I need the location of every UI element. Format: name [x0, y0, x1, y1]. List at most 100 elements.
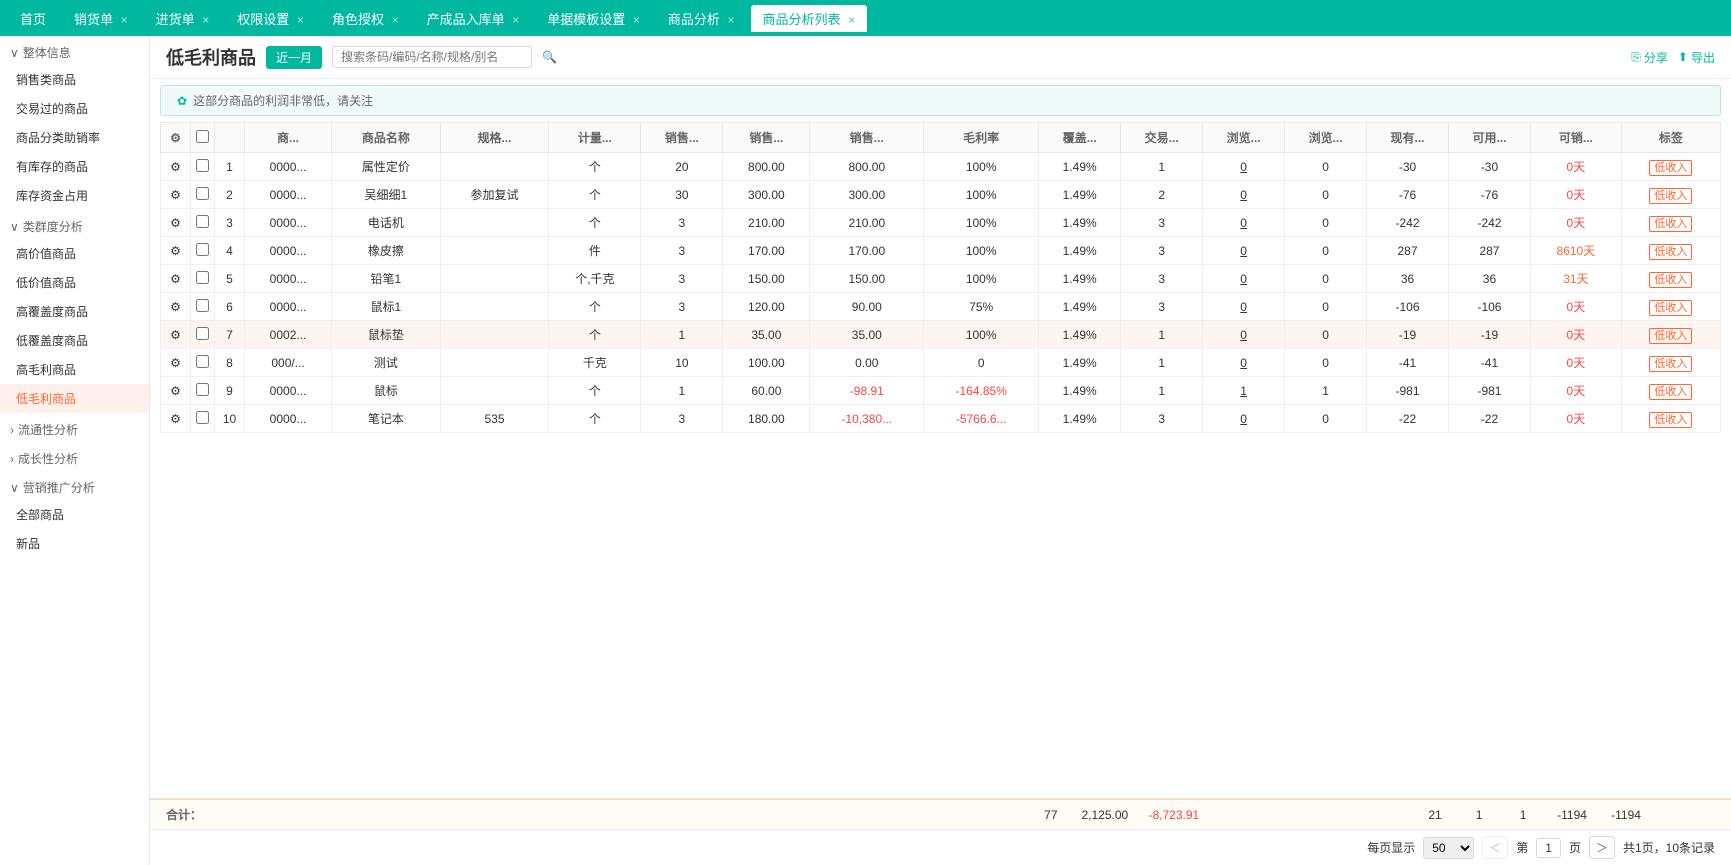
prev-page-button[interactable]: ＜ — [1482, 836, 1508, 859]
row-view1[interactable]: 0 — [1203, 293, 1285, 321]
row-settings[interactable]: ⚙ — [161, 293, 191, 321]
sidebar-group-marketing[interactable]: ∨ 营销推广分析 — [0, 471, 149, 500]
sidebar-item-high-margin[interactable]: 高毛利商品 — [0, 355, 149, 384]
col-spec[interactable]: 规格... — [440, 123, 549, 153]
col-settings[interactable]: ⚙ — [161, 123, 191, 153]
sidebar-item-new-products[interactable]: 新品 — [0, 529, 149, 558]
sidebar-item-sales-products[interactable]: 销售类商品 — [0, 65, 149, 94]
col-saleable[interactable]: 可销... — [1530, 123, 1621, 153]
sidebar-item-low-margin[interactable]: 低毛利商品 — [0, 384, 149, 413]
search-icon[interactable]: 🔍 — [542, 50, 557, 64]
close-icon[interactable]: × — [512, 13, 519, 27]
row-checkbox[interactable] — [191, 181, 215, 209]
col-view1[interactable]: 浏览... — [1203, 123, 1285, 153]
col-sales2[interactable]: 销售... — [723, 123, 810, 153]
row-view1[interactable]: 1 — [1203, 377, 1285, 405]
nav-sales[interactable]: 销货单 × — [62, 5, 140, 32]
row-view1[interactable]: 0 — [1203, 265, 1285, 293]
search-input[interactable] — [332, 46, 532, 68]
row-settings[interactable]: ⚙ — [161, 209, 191, 237]
row-select-checkbox[interactable] — [196, 187, 209, 200]
col-coverage[interactable]: 覆盖... — [1039, 123, 1121, 153]
col-unit[interactable]: 计量... — [549, 123, 641, 153]
nav-analysis-list[interactable]: 商品分析列表 × — [751, 5, 868, 32]
row-settings[interactable]: ⚙ — [161, 153, 191, 181]
row-view1[interactable]: 0 — [1203, 209, 1285, 237]
row-view1[interactable]: 0 — [1203, 321, 1285, 349]
row-checkbox[interactable] — [191, 377, 215, 405]
row-checkbox[interactable] — [191, 209, 215, 237]
close-icon[interactable]: × — [848, 13, 855, 27]
col-sales1[interactable]: 销售... — [641, 123, 723, 153]
row-checkbox[interactable] — [191, 321, 215, 349]
close-icon[interactable]: × — [202, 13, 209, 27]
share-button[interactable]: ⎘ 分享 — [1631, 49, 1668, 66]
col-view2[interactable]: 浏览... — [1285, 123, 1367, 153]
row-settings[interactable]: ⚙ — [161, 237, 191, 265]
next-page-button[interactable]: ＞ — [1589, 836, 1615, 859]
row-view1[interactable]: 0 — [1203, 349, 1285, 377]
period-button[interactable]: 近一月 — [266, 46, 322, 69]
export-button[interactable]: ⬆ 导出 — [1678, 49, 1715, 66]
sidebar-item-high-value[interactable]: 高价值商品 — [0, 239, 149, 268]
nav-product-analysis[interactable]: 商品分析 × — [656, 5, 747, 32]
row-select-checkbox[interactable] — [196, 327, 209, 340]
page-size-select[interactable]: 50 20 100 — [1423, 837, 1474, 859]
row-checkbox[interactable] — [191, 293, 215, 321]
row-checkbox[interactable] — [191, 237, 215, 265]
sidebar-group-circulation[interactable]: › 流通性分析 — [0, 413, 149, 442]
row-select-checkbox[interactable] — [196, 215, 209, 228]
row-settings[interactable]: ⚙ — [161, 405, 191, 433]
row-view1[interactable]: 0 — [1203, 181, 1285, 209]
row-checkbox[interactable] — [191, 349, 215, 377]
row-select-checkbox[interactable] — [196, 299, 209, 312]
row-select-checkbox[interactable] — [196, 355, 209, 368]
row-select-checkbox[interactable] — [196, 383, 209, 396]
nav-purchase[interactable]: 进货单 × — [144, 5, 222, 32]
col-name[interactable]: 商品名称 — [332, 123, 441, 153]
row-checkbox[interactable] — [191, 405, 215, 433]
nav-role[interactable]: 角色授权 × — [320, 5, 411, 32]
sidebar-item-in-stock[interactable]: 有库存的商品 — [0, 152, 149, 181]
sidebar-item-category-rate[interactable]: 商品分类助销率 — [0, 123, 149, 152]
close-icon[interactable]: × — [121, 13, 128, 27]
row-select-checkbox[interactable] — [196, 411, 209, 424]
row-select-checkbox[interactable] — [196, 271, 209, 284]
row-settings[interactable]: ⚙ — [161, 181, 191, 209]
sidebar-group-growth[interactable]: › 成长性分析 — [0, 442, 149, 471]
close-icon[interactable]: × — [633, 13, 640, 27]
col-available[interactable]: 可用... — [1449, 123, 1531, 153]
close-icon[interactable]: × — [392, 13, 399, 27]
close-icon[interactable]: × — [297, 13, 304, 27]
row-checkbox[interactable] — [191, 265, 215, 293]
sidebar-item-traded[interactable]: 交易过的商品 — [0, 94, 149, 123]
sidebar-item-low-coverage[interactable]: 低覆盖度商品 — [0, 326, 149, 355]
sidebar-item-capital[interactable]: 库存资金占用 — [0, 181, 149, 210]
row-view1[interactable]: 0 — [1203, 237, 1285, 265]
row-settings[interactable]: ⚙ — [161, 377, 191, 405]
sidebar-item-low-value[interactable]: 低价值商品 — [0, 268, 149, 297]
row-select-checkbox[interactable] — [196, 159, 209, 172]
row-checkbox[interactable] — [191, 153, 215, 181]
row-view1[interactable]: 0 — [1203, 153, 1285, 181]
nav-template[interactable]: 单据模板设置 × — [535, 5, 652, 32]
col-sales3[interactable]: 销售... — [810, 123, 924, 153]
col-current[interactable]: 现有... — [1367, 123, 1449, 153]
nav-home[interactable]: 首页 — [8, 5, 58, 32]
close-icon[interactable]: × — [727, 13, 734, 27]
row-select-checkbox[interactable] — [196, 243, 209, 256]
row-settings[interactable]: ⚙ — [161, 321, 191, 349]
sidebar-item-all-products[interactable]: 全部商品 — [0, 500, 149, 529]
nav-product-in[interactable]: 产成品入库单 × — [415, 5, 532, 32]
col-margin[interactable]: 毛利率 — [924, 123, 1039, 153]
col-trade[interactable]: 交易... — [1121, 123, 1203, 153]
col-tag[interactable]: 标签 — [1621, 123, 1720, 153]
col-code[interactable]: 商... — [245, 123, 332, 153]
sidebar-group-cluster[interactable]: ∨ 类群度分析 — [0, 210, 149, 239]
row-view1[interactable]: 0 — [1203, 405, 1285, 433]
nav-permission[interactable]: 权限设置 × — [225, 5, 316, 32]
row-settings[interactable]: ⚙ — [161, 349, 191, 377]
sidebar-group-overall[interactable]: ∨ 整体信息 — [0, 36, 149, 65]
sidebar-item-high-coverage[interactable]: 高覆盖度商品 — [0, 297, 149, 326]
row-settings[interactable]: ⚙ — [161, 265, 191, 293]
